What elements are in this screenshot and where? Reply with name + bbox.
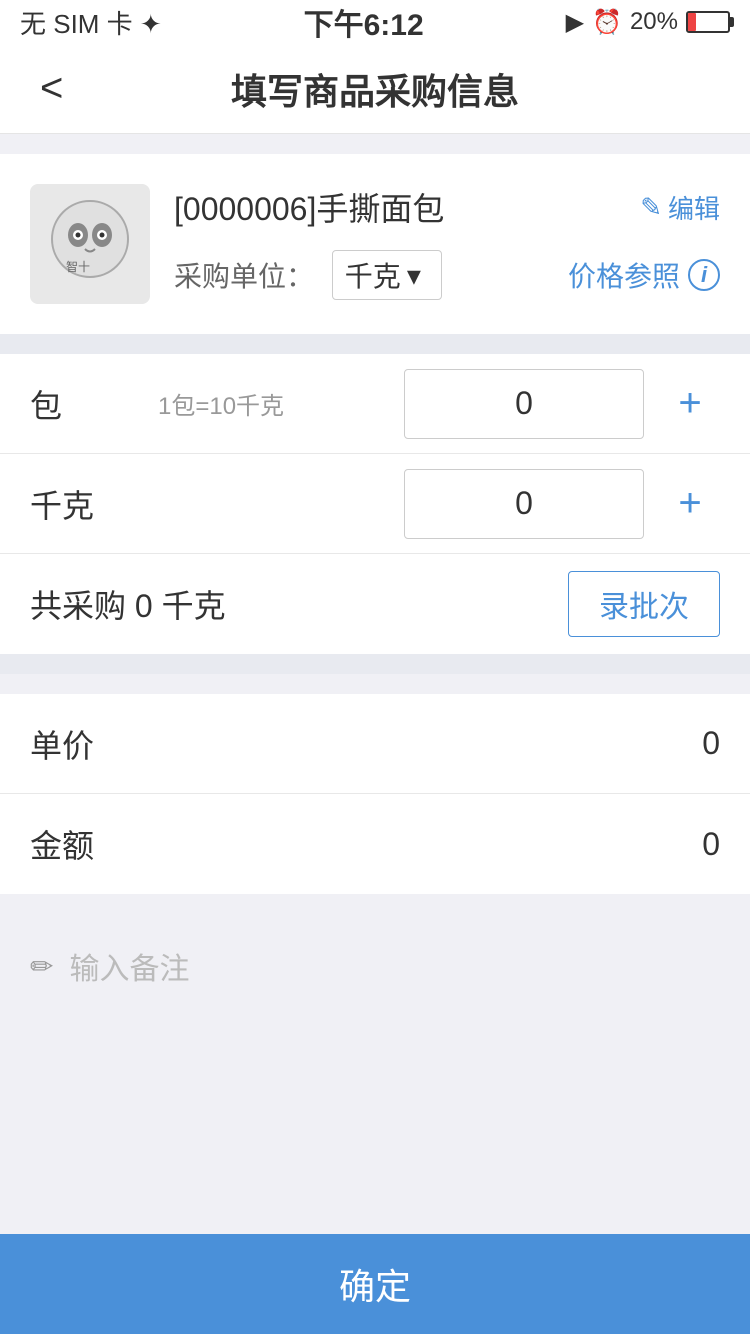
bag-sublabel: 1包=10千克 [158,386,284,421]
product-image: 智十 [30,184,150,304]
kg-input[interactable]: 0 [404,469,644,539]
total-text: 共采购 0 千克 [30,581,226,627]
sim-label: 无 SIM 卡 ✦ [20,4,162,41]
battery-percent: 20% [630,8,678,36]
nav-bar: < 填写商品采购信息 [0,44,750,134]
battery-icon [686,11,730,33]
divider-middle [0,654,750,674]
unit-select[interactable]: 千克 ▾ [332,250,442,300]
status-time: 下午6:12 [304,0,424,44]
alarm-icon: ⏰ [592,8,622,37]
batch-button[interactable]: 录批次 [568,571,720,637]
product-card: 智十 [0000006]手撕面包 ✎ 编辑 采购单位： 千克 ▾ 价格参照 i [0,154,750,334]
page-title: 填写商品采购信息 [231,63,519,115]
unit-price-label: 单价 [30,721,94,767]
amount-value: 0 [702,826,720,863]
unit-label: 采购单位： [174,261,314,292]
confirm-button[interactable]: 确定 [0,1234,750,1334]
divider-top [0,334,750,354]
bag-input-row: 包 1包=10千克 0 + [0,354,750,454]
product-logo: 智十 [50,199,130,289]
product-name-row: [0000006]手撕面包 ✎ 编辑 [174,184,720,230]
bag-input[interactable]: 0 [404,369,644,439]
kg-field-wrap: 0 + [150,469,720,539]
dropdown-icon: ▾ [407,259,421,292]
unit-selector-wrap: 采购单位： 千克 ▾ [174,250,442,300]
svg-text:智十: 智十 [66,259,90,274]
unit-price-value: 0 [702,725,720,762]
pencil-icon: ✏ [30,950,53,983]
kg-input-row: 千克 0 + [0,454,750,554]
status-left: 无 SIM 卡 ✦ [20,4,162,41]
kg-plus-button[interactable]: + [660,474,720,534]
edit-icon: ✎ [640,192,662,223]
back-button[interactable]: < [30,56,73,121]
kg-label: 千克 [30,481,150,527]
price-section: 单价 0 金额 0 [0,694,750,894]
edit-button[interactable]: ✎ 编辑 [640,189,720,226]
product-name: [0000006]手撕面包 [174,184,444,230]
unit-price-row: 单价 0 [0,694,750,794]
amount-row: 金额 0 [0,794,750,894]
bag-label: 包 [30,381,150,427]
edit-label: 编辑 [668,189,720,226]
amount-label: 金额 [30,821,94,867]
status-bar: 无 SIM 卡 ✦ 下午6:12 ▶ ⏰ 20% [0,0,750,44]
total-row: 共采购 0 千克 录批次 [0,554,750,654]
price-ref-button[interactable]: 价格参照 i [568,255,720,295]
location-icon: ▶ [566,8,584,37]
remark-input[interactable]: 输入备注 [69,944,189,988]
info-icon: i [688,259,720,291]
bag-plus-button[interactable]: + [660,374,720,434]
input-section: 包 1包=10千克 0 + 千克 0 + [0,354,750,554]
product-unit-row: 采购单位： 千克 ▾ 价格参照 i [174,250,720,300]
status-right: ▶ ⏰ 20% [566,8,730,37]
product-info: [0000006]手撕面包 ✎ 编辑 采购单位： 千克 ▾ 价格参照 i [174,184,720,300]
remark-section[interactable]: ✏ 输入备注 [0,914,750,1018]
unit-value: 千克 [345,255,401,295]
price-ref-label: 价格参照 [568,255,680,295]
bag-field-wrap: 0 + [284,369,720,439]
